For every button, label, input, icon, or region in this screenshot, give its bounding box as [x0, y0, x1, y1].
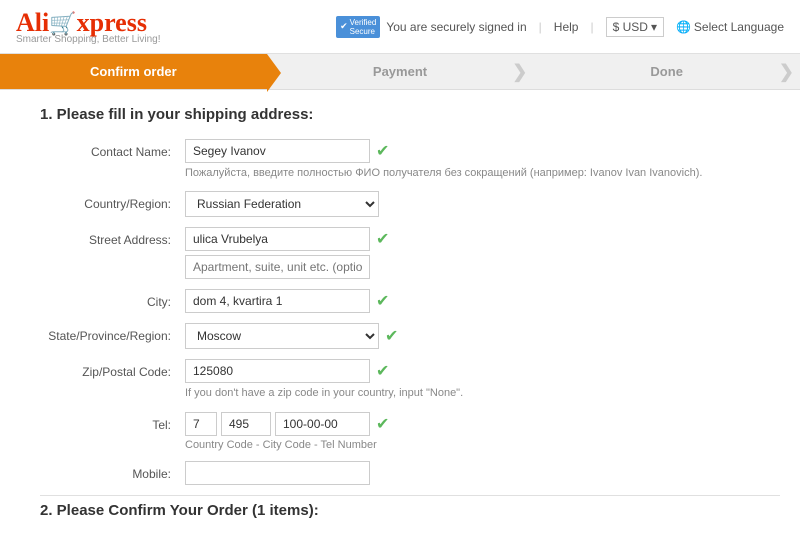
- tel-hint: Country Code - City Code - Tel Number: [185, 439, 780, 451]
- checkmark-icon: ✔: [340, 21, 348, 32]
- street-address-field: ✔: [185, 227, 780, 279]
- state-label: State/Province/Region:: [40, 323, 185, 343]
- logo-ali: Ali: [16, 8, 49, 37]
- state-inline: Moscow Saint Petersburg Novosibirsk ✔: [185, 323, 780, 349]
- tel-row: Tel: ✔ Country Code - City Code - Tel Nu…: [40, 412, 780, 451]
- contact-name-row: Contact Name: ✔ Пожалуйста, введите полн…: [40, 139, 780, 181]
- country-region-row: Country/Region: Russian Federation Unite…: [40, 191, 780, 217]
- state-select[interactable]: Moscow Saint Petersburg Novosibirsk: [185, 323, 379, 349]
- contact-name-check-icon: ✔: [376, 141, 389, 161]
- header: Ali🛒xpress Smarter Shopping, Better Livi…: [0, 0, 800, 54]
- signed-in-text: You are securely signed in: [386, 20, 526, 34]
- street-address-inline: ✔: [185, 227, 780, 251]
- contact-name-input[interactable]: [185, 139, 370, 163]
- mobile-label: Mobile:: [40, 461, 185, 481]
- chevron-right-icon: ❯: [512, 61, 527, 82]
- contact-name-hint: Пожалуйста, введите полностью ФИО получа…: [185, 166, 780, 181]
- city-row: City: ✔: [40, 289, 780, 313]
- zip-hint: If you don't have a zip code in your cou…: [185, 386, 780, 401]
- zip-input[interactable]: [185, 359, 370, 383]
- contact-name-field: ✔ Пожалуйста, введите полностью ФИО полу…: [185, 139, 780, 181]
- header-right: ✔ VerifiedSecure You are securely signed…: [336, 16, 784, 38]
- step-confirm-label: Confirm order: [90, 64, 177, 79]
- zip-row: Zip/Postal Code: ✔ If you don't have a z…: [40, 359, 780, 401]
- mobile-input[interactable]: [185, 461, 370, 485]
- state-field: Moscow Saint Petersburg Novosibirsk ✔: [185, 323, 780, 349]
- language-label: Select Language: [694, 20, 784, 34]
- city-check-icon: ✔: [376, 291, 389, 311]
- state-check-icon: ✔: [385, 326, 398, 346]
- city-inline: ✔: [185, 289, 780, 313]
- verified-label: VerifiedSecure: [350, 18, 377, 36]
- tel-number-input[interactable]: [275, 412, 370, 436]
- step-done-label: Done: [650, 64, 683, 79]
- tel-field: ✔ Country Code - City Code - Tel Number: [185, 412, 780, 451]
- step-payment-label: Payment: [373, 64, 427, 79]
- help-link[interactable]: Help: [554, 20, 579, 34]
- zip-label: Zip/Postal Code:: [40, 359, 185, 379]
- logo-cart-icon: 🛒: [49, 11, 76, 36]
- logo-express: xpress: [77, 8, 147, 37]
- language-selector[interactable]: 🌐 Select Language: [676, 20, 784, 34]
- apartment-input[interactable]: [185, 255, 370, 279]
- step-done[interactable]: Done ❯: [533, 54, 800, 89]
- country-region-label: Country/Region:: [40, 191, 185, 211]
- street-address-row: Street Address: ✔: [40, 227, 780, 279]
- zip-field: ✔ If you don't have a zip code in your c…: [185, 359, 780, 401]
- step-confirm-order[interactable]: Confirm order: [0, 54, 267, 89]
- chevron-right-icon2: ❯: [779, 61, 794, 82]
- next-section-title: 2. Please Confirm Your Order (1 items):: [40, 495, 780, 519]
- main-content: 1. Please fill in your shipping address:…: [0, 90, 800, 535]
- globe-icon: 🌐: [676, 20, 691, 34]
- currency-chevron-icon: ▾: [651, 20, 657, 34]
- tel-check-icon: ✔: [376, 414, 389, 434]
- tel-country-code-input[interactable]: [185, 412, 217, 436]
- apartment-wrapper: [185, 255, 780, 279]
- zip-check-icon: ✔: [376, 361, 389, 381]
- zip-inline: ✔: [185, 359, 780, 383]
- tel-city-code-input[interactable]: [221, 412, 271, 436]
- street-address-label: Street Address:: [40, 227, 185, 247]
- step-payment[interactable]: Payment ❯: [267, 54, 534, 89]
- street-address-check-icon: ✔: [376, 229, 389, 249]
- contact-name-label: Contact Name:: [40, 139, 185, 159]
- country-region-field: Russian Federation United States Germany…: [185, 191, 780, 217]
- tel-inline: ✔: [185, 412, 780, 436]
- currency-label: $ USD: [613, 20, 648, 34]
- verified-badge: ✔ VerifiedSecure: [336, 16, 380, 38]
- tel-inputs: [185, 412, 370, 436]
- city-input[interactable]: [185, 289, 370, 313]
- state-row: State/Province/Region: Moscow Saint Pete…: [40, 323, 780, 349]
- steps-bar: Confirm order Payment ❯ Done ❯: [0, 54, 800, 90]
- street-address-input[interactable]: [185, 227, 370, 251]
- separator2: |: [590, 20, 593, 34]
- logo-tagline: Smarter Shopping, Better Living!: [16, 34, 161, 45]
- section-title: 1. Please fill in your shipping address:: [40, 106, 780, 123]
- mobile-field: [185, 461, 780, 485]
- city-label: City:: [40, 289, 185, 309]
- contact-name-inline: ✔: [185, 139, 780, 163]
- verified-section: ✔ VerifiedSecure You are securely signed…: [336, 16, 527, 38]
- logo: Ali🛒xpress Smarter Shopping, Better Livi…: [16, 8, 161, 45]
- tel-label: Tel:: [40, 412, 185, 432]
- mobile-row: Mobile:: [40, 461, 780, 485]
- currency-dropdown[interactable]: $ USD ▾: [606, 17, 664, 37]
- city-field: ✔: [185, 289, 780, 313]
- separator: |: [539, 20, 542, 34]
- country-region-select[interactable]: Russian Federation United States Germany…: [185, 191, 379, 217]
